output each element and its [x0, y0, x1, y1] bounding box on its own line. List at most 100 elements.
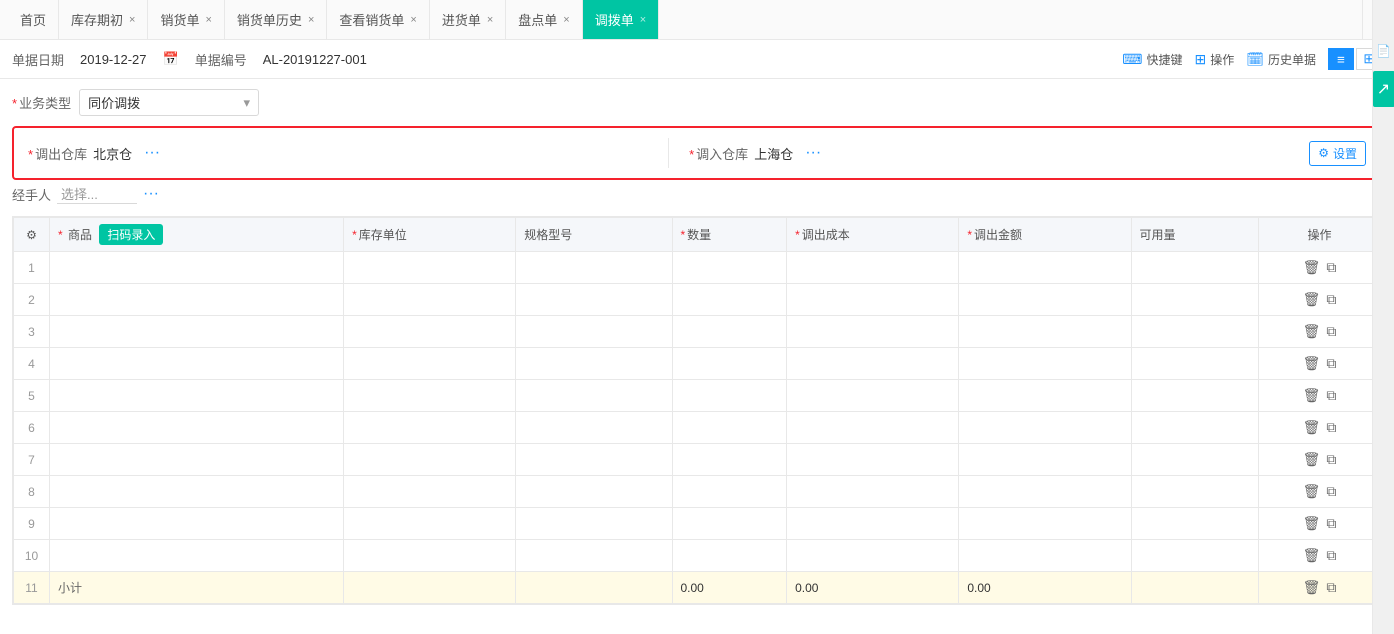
- cell-cost-5[interactable]: [787, 380, 959, 412]
- cell-amount-4[interactable]: [959, 348, 1131, 380]
- biz-type-select[interactable]: 同价调拨 ▾: [79, 89, 259, 116]
- cell-product-4[interactable]: [50, 348, 344, 380]
- tab-close-sales-order[interactable]: ×: [205, 14, 211, 26]
- delete-icon[interactable]: 🗑: [1303, 579, 1321, 596]
- cell-cost-4[interactable]: [787, 348, 959, 380]
- side-export-icon[interactable]: ↗: [1373, 71, 1394, 107]
- calendar-icon[interactable]: 📅: [163, 51, 179, 67]
- cell-spec-10[interactable]: [516, 540, 672, 572]
- cell-qty-9[interactable]: [672, 508, 787, 540]
- cell-spec-1[interactable]: [516, 252, 672, 284]
- delete-icon-5[interactable]: 🗑: [1303, 387, 1321, 404]
- cell-amount-2[interactable]: [959, 284, 1131, 316]
- copy-icon-7[interactable]: ⧉: [1326, 451, 1336, 468]
- cell-product-10[interactable]: [50, 540, 344, 572]
- tab-transfer[interactable]: 调拨单 ×: [583, 0, 659, 39]
- delete-icon-2[interactable]: 🗑: [1303, 291, 1321, 308]
- cell-cost-7[interactable]: [787, 444, 959, 476]
- copy-icon-6[interactable]: ⧉: [1326, 419, 1336, 436]
- cell-amount-7[interactable]: [959, 444, 1131, 476]
- delete-icon-6[interactable]: 🗑: [1303, 419, 1321, 436]
- delete-icon-3[interactable]: 🗑: [1303, 323, 1321, 340]
- person-select[interactable]: 选择...: [57, 184, 137, 204]
- tab-purchase[interactable]: 进货单 ×: [430, 0, 506, 39]
- cell-cost-3[interactable]: [787, 316, 959, 348]
- scan-entry-button[interactable]: 扫码录入: [99, 224, 163, 245]
- cell-available-8[interactable]: [1131, 476, 1258, 508]
- operations-btn[interactable]: ⊞ 操作: [1194, 51, 1234, 68]
- tab-close-purchase[interactable]: ×: [487, 14, 493, 26]
- cell-qty-4[interactable]: [672, 348, 787, 380]
- cell-unit-3[interactable]: [344, 316, 516, 348]
- cell-spec-3[interactable]: [516, 316, 672, 348]
- cell-product-7[interactable]: [50, 444, 344, 476]
- cell-spec-5[interactable]: [516, 380, 672, 412]
- cell-unit-1[interactable]: [344, 252, 516, 284]
- cell-cost-2[interactable]: [787, 284, 959, 316]
- cell-qty-6[interactable]: [672, 412, 787, 444]
- tab-close-sales-history[interactable]: ×: [308, 14, 314, 26]
- cell-product-2[interactable]: [50, 284, 344, 316]
- cell-amount-1[interactable]: [959, 252, 1131, 284]
- cell-qty-1[interactable]: [672, 252, 787, 284]
- cell-unit-7[interactable]: [344, 444, 516, 476]
- cell-cost-1[interactable]: [787, 252, 959, 284]
- tab-close-inventory-init[interactable]: ×: [129, 14, 135, 26]
- cell-product-1[interactable]: [50, 252, 344, 284]
- delete-icon-8[interactable]: 🗑: [1303, 483, 1321, 500]
- cell-product-5[interactable]: [50, 380, 344, 412]
- cell-available-6[interactable]: [1131, 412, 1258, 444]
- cell-product-9[interactable]: [50, 508, 344, 540]
- tab-stocktake[interactable]: 盘点单 ×: [506, 0, 582, 39]
- tab-sales-order[interactable]: 销货单 ×: [148, 0, 224, 39]
- copy-icon-4[interactable]: ⧉: [1326, 355, 1336, 372]
- cell-product-8[interactable]: [50, 476, 344, 508]
- side-doc-icon[interactable]: 📄: [1375, 40, 1393, 63]
- cell-spec-2[interactable]: [516, 284, 672, 316]
- tab-inventory-init[interactable]: 库存期初 ×: [59, 0, 148, 39]
- copy-icon-9[interactable]: ⧉: [1326, 515, 1336, 532]
- history-btn[interactable]: 🗓 历史单据: [1246, 51, 1316, 68]
- cell-product-6[interactable]: [50, 412, 344, 444]
- copy-icon-2[interactable]: ⧉: [1326, 291, 1336, 308]
- cell-amount-9[interactable]: [959, 508, 1131, 540]
- delete-icon-1[interactable]: 🗑: [1303, 259, 1321, 276]
- copy-icon-8[interactable]: ⧉: [1326, 483, 1336, 500]
- settings-btn[interactable]: ⚙ 设置: [1309, 141, 1366, 166]
- copy-icon-10[interactable]: ⧉: [1326, 547, 1336, 564]
- out-warehouse-more-icon[interactable]: ···: [144, 144, 160, 162]
- cell-spec-6[interactable]: [516, 412, 672, 444]
- cell-unit-10[interactable]: [344, 540, 516, 572]
- delete-icon-9[interactable]: 🗑: [1303, 515, 1321, 532]
- cell-amount-5[interactable]: [959, 380, 1131, 412]
- tab-close-view-sales[interactable]: ×: [410, 14, 416, 26]
- cell-unit-5[interactable]: [344, 380, 516, 412]
- cell-cost-6[interactable]: [787, 412, 959, 444]
- cell-spec-7[interactable]: [516, 444, 672, 476]
- cell-qty-5[interactable]: [672, 380, 787, 412]
- copy-icon[interactable]: ⧉: [1326, 579, 1336, 596]
- cell-amount-8[interactable]: [959, 476, 1131, 508]
- tab-view-sales[interactable]: 查看销货单 ×: [327, 0, 429, 39]
- cell-unit-4[interactable]: [344, 348, 516, 380]
- cell-available-10[interactable]: [1131, 540, 1258, 572]
- cell-amount-10[interactable]: [959, 540, 1131, 572]
- delete-icon-7[interactable]: 🗑: [1303, 451, 1321, 468]
- cell-spec-9[interactable]: [516, 508, 672, 540]
- view-list-btn[interactable]: ≡: [1328, 48, 1354, 70]
- tab-close-stocktake[interactable]: ×: [563, 14, 569, 26]
- cell-amount-3[interactable]: [959, 316, 1131, 348]
- cell-cost-9[interactable]: [787, 508, 959, 540]
- cell-qty-2[interactable]: [672, 284, 787, 316]
- copy-icon-1[interactable]: ⧉: [1326, 259, 1336, 276]
- cell-available-5[interactable]: [1131, 380, 1258, 412]
- copy-icon-3[interactable]: ⧉: [1326, 323, 1336, 340]
- tab-home[interactable]: 首页: [8, 0, 59, 39]
- cell-spec-8[interactable]: [516, 476, 672, 508]
- cell-cost-8[interactable]: [787, 476, 959, 508]
- cell-cost-10[interactable]: [787, 540, 959, 572]
- cell-spec-4[interactable]: [516, 348, 672, 380]
- cell-product-3[interactable]: [50, 316, 344, 348]
- cell-amount-6[interactable]: [959, 412, 1131, 444]
- cell-qty-7[interactable]: [672, 444, 787, 476]
